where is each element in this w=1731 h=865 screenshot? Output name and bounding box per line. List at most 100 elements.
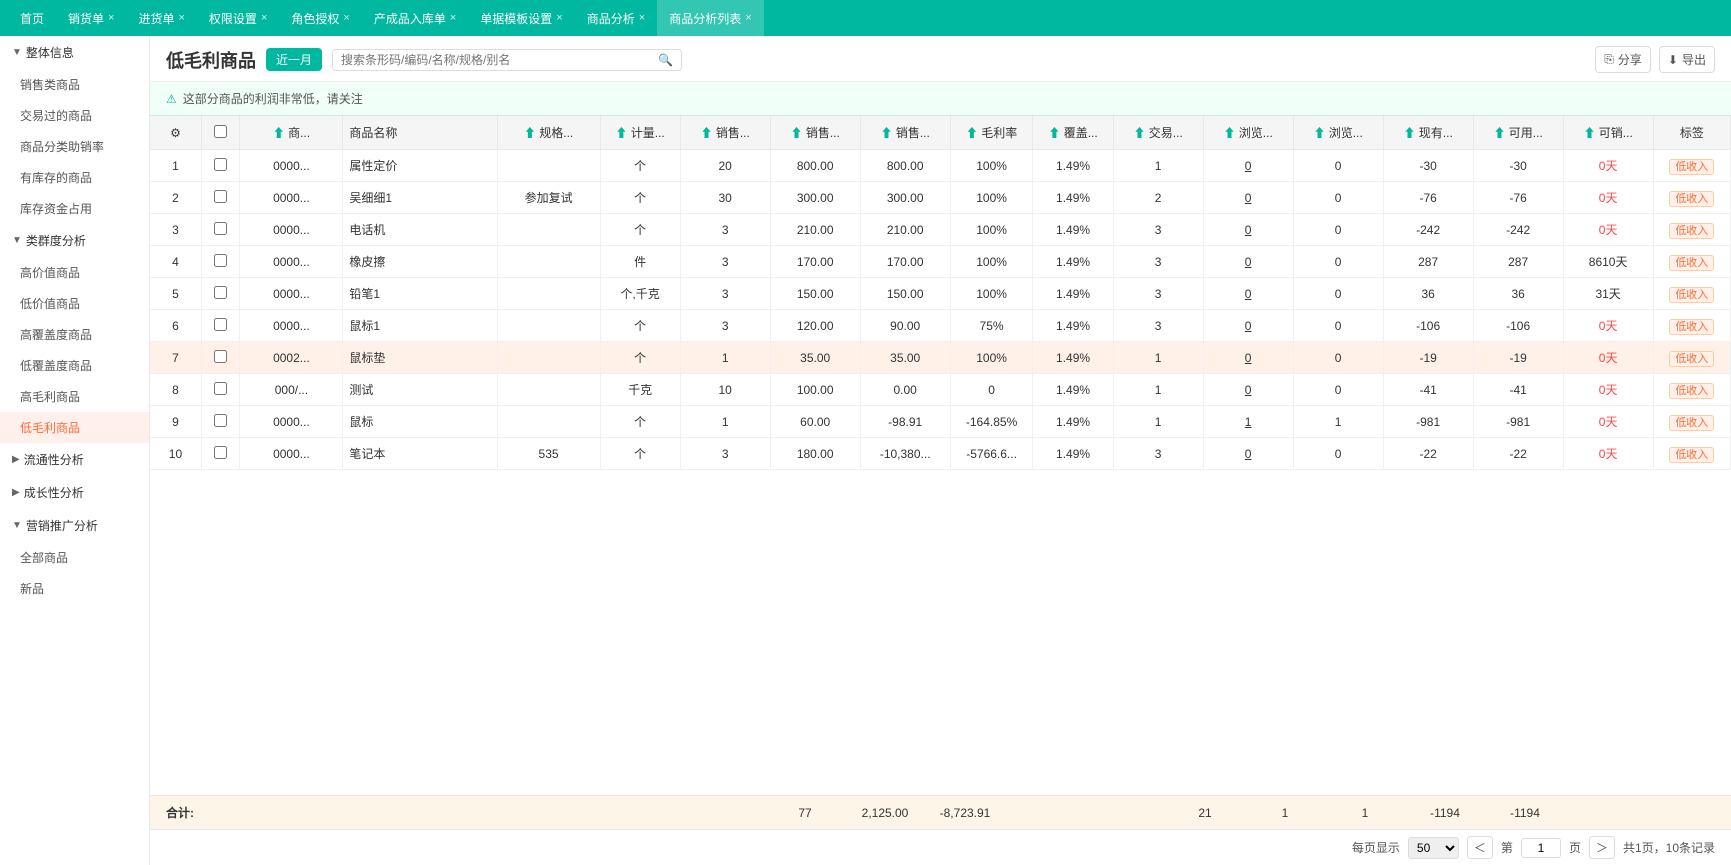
- cell-available: -22: [1473, 438, 1563, 470]
- cell-check[interactable]: [201, 214, 240, 246]
- th-settings[interactable]: ⚙: [150, 116, 201, 150]
- nav-purchase-order[interactable]: 进货单 ×: [126, 0, 196, 36]
- cell-check[interactable]: [201, 182, 240, 214]
- cell-sales-cost: -10,380...: [860, 438, 950, 470]
- per-page-select[interactable]: 50 20 100: [1408, 837, 1459, 859]
- settings-icon[interactable]: ⚙: [170, 126, 181, 140]
- sidebar-group-marketing[interactable]: ▼ 营销推广分析: [0, 509, 149, 542]
- sidebar-group-growth[interactable]: ▶ 成长性分析: [0, 476, 149, 509]
- nav-home[interactable]: 首页: [8, 0, 56, 36]
- export-button[interactable]: ⬇ 导出: [1659, 46, 1715, 73]
- th-name: 商品名称: [343, 116, 497, 150]
- next-page-button[interactable]: ＞: [1589, 836, 1615, 859]
- row-checkbox[interactable]: [214, 414, 227, 427]
- sidebar-item-stocked-products[interactable]: 有库存的商品: [0, 162, 149, 193]
- select-all-checkbox[interactable]: [214, 125, 227, 138]
- close-icon[interactable]: ×: [261, 12, 267, 24]
- cell-unit: 个: [600, 406, 680, 438]
- share-button[interactable]: ⎘ 分享: [1595, 46, 1651, 73]
- row-checkbox[interactable]: [214, 286, 227, 299]
- sidebar-item-new-products[interactable]: 新品: [0, 573, 149, 604]
- sidebar-item-low-coverage[interactable]: 低覆盖度商品: [0, 350, 149, 381]
- cell-view2: 0: [1293, 246, 1383, 278]
- current-page-input[interactable]: [1521, 838, 1561, 858]
- sidebar-item-category-assist[interactable]: 商品分类助销率: [0, 131, 149, 162]
- cell-view1[interactable]: 0: [1203, 214, 1293, 246]
- prev-page-button[interactable]: ＜: [1467, 836, 1493, 859]
- cell-view1[interactable]: 0: [1203, 438, 1293, 470]
- sidebar-group-overall[interactable]: ▼ 整体信息: [0, 36, 149, 69]
- sidebar-item-traded-products[interactable]: 交易过的商品: [0, 100, 149, 131]
- cell-available: -19: [1473, 342, 1563, 374]
- cell-code: 0000...: [240, 438, 343, 470]
- total-pages-label: 共1页，10条记录: [1623, 839, 1715, 856]
- sidebar: ▼ 整体信息 销售类商品 交易过的商品 商品分类助销率 有库存的商品 库存资金占…: [0, 36, 150, 865]
- sidebar-item-all-products[interactable]: 全部商品: [0, 542, 149, 573]
- row-checkbox[interactable]: [214, 350, 227, 363]
- close-icon[interactable]: ×: [178, 12, 184, 24]
- cell-check[interactable]: [201, 310, 240, 342]
- cell-check[interactable]: [201, 342, 240, 374]
- cell-check[interactable]: [201, 438, 240, 470]
- close-icon[interactable]: ×: [745, 12, 751, 24]
- cell-view1[interactable]: 1: [1203, 406, 1293, 438]
- nav-role-auth[interactable]: 角色授权 ×: [279, 0, 361, 36]
- row-checkbox[interactable]: [214, 254, 227, 267]
- nav-permission[interactable]: 权限设置 ×: [197, 0, 279, 36]
- table-footer: 合计: 77 2,125.00 -8,723.91 21 1 1 -1194 -…: [150, 795, 1731, 829]
- row-checkbox[interactable]: [214, 446, 227, 459]
- cell-check[interactable]: [201, 406, 240, 438]
- cell-gross-rate: 100%: [950, 214, 1033, 246]
- sidebar-item-high-coverage[interactable]: 高覆盖度商品: [0, 319, 149, 350]
- cell-sales-cost: 300.00: [860, 182, 950, 214]
- close-icon[interactable]: ×: [639, 12, 645, 24]
- cell-spec: 535: [497, 438, 600, 470]
- cell-tag: 低收入: [1653, 310, 1730, 342]
- sidebar-group-cluster[interactable]: ▼ 类群度分析: [0, 224, 149, 257]
- cell-view1[interactable]: 0: [1203, 246, 1293, 278]
- sidebar-item-low-margin[interactable]: 低毛利商品: [0, 412, 149, 443]
- sidebar-item-high-margin[interactable]: 高毛利商品: [0, 381, 149, 412]
- row-checkbox[interactable]: [214, 158, 227, 171]
- cell-current: -19: [1383, 342, 1473, 374]
- cell-view1[interactable]: 0: [1203, 182, 1293, 214]
- cell-view1[interactable]: 0: [1203, 278, 1293, 310]
- sidebar-item-low-value[interactable]: 低价值商品: [0, 288, 149, 319]
- row-checkbox[interactable]: [214, 382, 227, 395]
- row-checkbox[interactable]: [214, 222, 227, 235]
- search-icon[interactable]: 🔍: [658, 53, 673, 67]
- close-icon[interactable]: ×: [450, 12, 456, 24]
- cell-check[interactable]: [201, 246, 240, 278]
- sidebar-item-stock-funds[interactable]: 库存资金占用: [0, 193, 149, 224]
- cell-view1[interactable]: 0: [1203, 342, 1293, 374]
- sidebar-group-circulation[interactable]: ▶ 流通性分析: [0, 443, 149, 476]
- cell-check[interactable]: [201, 150, 240, 182]
- row-checkbox[interactable]: [214, 190, 227, 203]
- close-icon[interactable]: ×: [343, 12, 349, 24]
- filter-recent-month-button[interactable]: 近一月: [266, 48, 322, 71]
- cell-sales-price: 180.00: [770, 438, 860, 470]
- sidebar-item-high-value[interactable]: 高价值商品: [0, 257, 149, 288]
- cell-num: 2: [150, 182, 201, 214]
- close-icon[interactable]: ×: [556, 12, 562, 24]
- close-icon[interactable]: ×: [108, 12, 114, 24]
- cell-view1[interactable]: 0: [1203, 310, 1293, 342]
- row-checkbox[interactable]: [214, 318, 227, 331]
- cell-view1[interactable]: 0: [1203, 374, 1293, 406]
- sidebar-item-sales-products[interactable]: 销售类商品: [0, 69, 149, 100]
- cell-view1[interactable]: 0: [1203, 150, 1293, 182]
- nav-sales-order[interactable]: 销货单 ×: [56, 0, 126, 36]
- nav-product-analysis[interactable]: 商品分析 ×: [575, 0, 657, 36]
- cell-check[interactable]: [201, 374, 240, 406]
- search-input[interactable]: [341, 53, 658, 67]
- cell-name: 吴细细1: [343, 182, 497, 214]
- cell-view2: 0: [1293, 310, 1383, 342]
- cell-saleable: 0天: [1563, 214, 1653, 246]
- cell-tag: 低收入: [1653, 278, 1730, 310]
- cell-saleable: 0天: [1563, 310, 1653, 342]
- nav-product-analysis-list[interactable]: 商品分析列表 ×: [657, 0, 763, 36]
- cell-trade: 1: [1113, 150, 1203, 182]
- nav-template-settings[interactable]: 单据模板设置 ×: [468, 0, 574, 36]
- cell-check[interactable]: [201, 278, 240, 310]
- nav-product-inbound[interactable]: 产成品入库单 ×: [362, 0, 468, 36]
